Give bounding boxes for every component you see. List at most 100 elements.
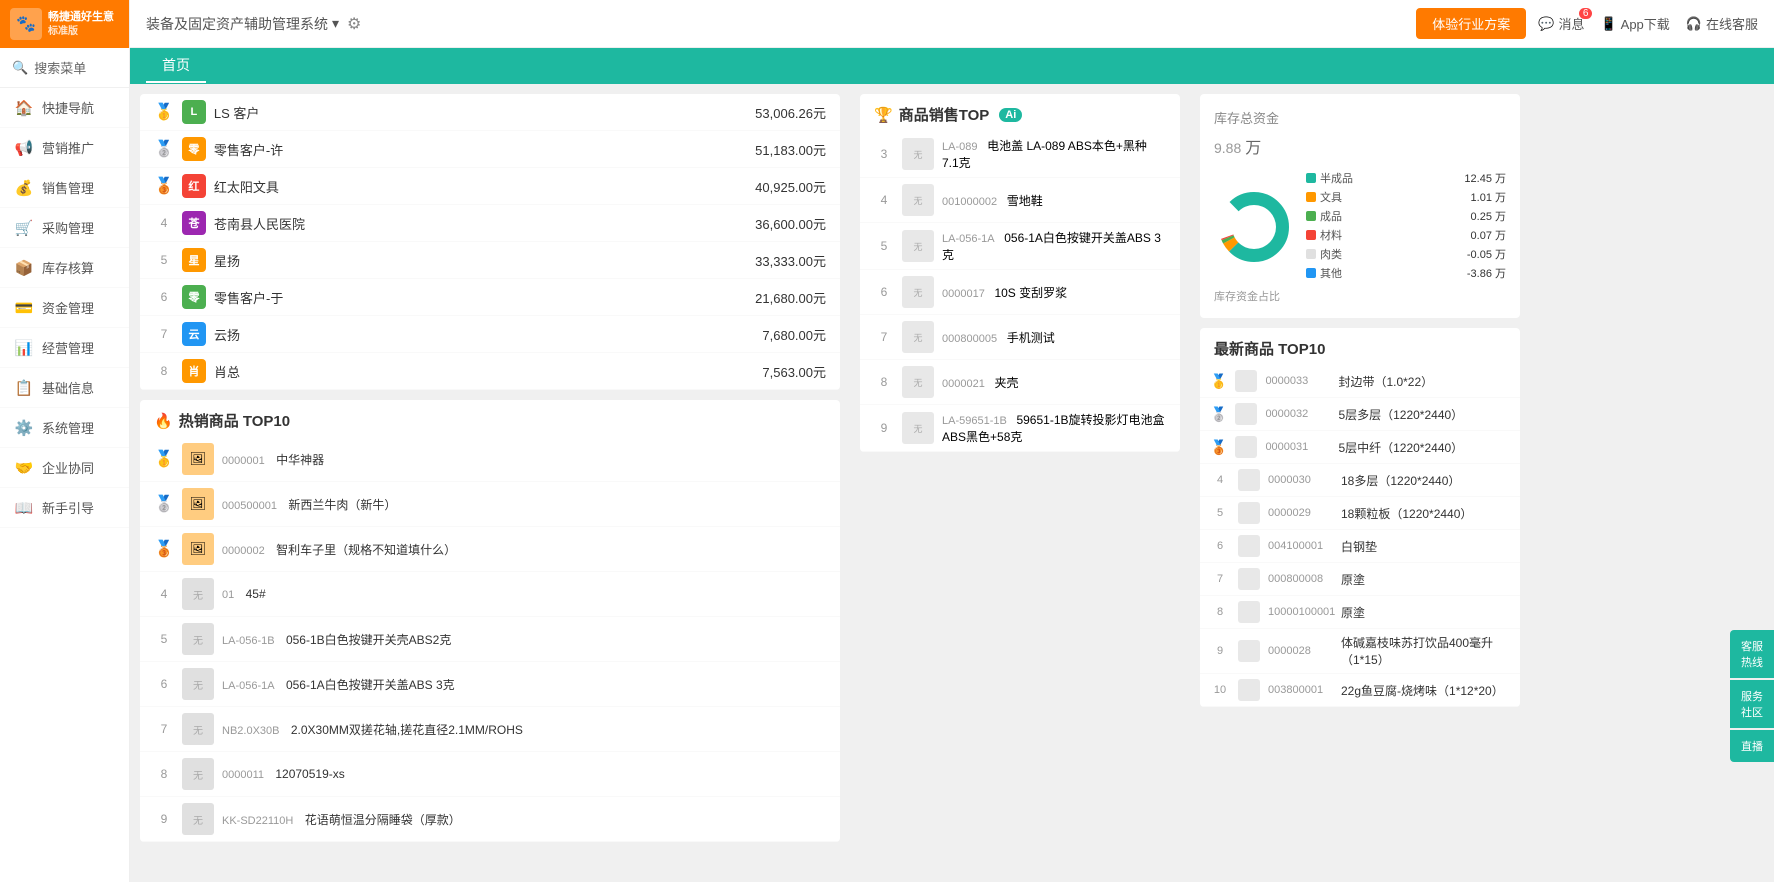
customer-rank-row: 🥇 L LS 客户 53,006.26元 (140, 94, 840, 131)
customer-rank-row: 7 云 云扬 7,680.00元 (140, 316, 840, 353)
sidebar-item-2[interactable]: 💰 销售管理 (0, 168, 129, 208)
np-code: 0000029 (1268, 507, 1333, 519)
customer-amount: 7,680.00元 (762, 325, 826, 344)
product-rank-row: 8 无 0000021 夹壳 (860, 360, 1180, 405)
product-info: LA-056-1A 056-1A白色按键开关盖ABS 3克 (222, 676, 826, 693)
product-thumbnail: 无 (182, 623, 214, 655)
np-rank: 5 (1210, 507, 1230, 519)
pr-thumb: 无 (902, 321, 934, 353)
inventory-donut-chart (1214, 187, 1294, 267)
nav-label-2: 销售管理 (42, 178, 94, 197)
sidebar-item-7[interactable]: 📋基础信息 (0, 368, 129, 408)
nav-icon-6: 📊 (14, 339, 34, 357)
new-products-list: 🥇 0000033 封边带（1.0*22） 🥈 0000032 5层多层（122… (1200, 365, 1520, 707)
np-thumb (1238, 469, 1260, 491)
right-panel: 库存总资金 9.88 万 (1190, 84, 1530, 882)
legend-item: 成品 0.25 万 (1306, 208, 1506, 224)
sidebar-item-1[interactable]: 📢营销推广 (0, 128, 129, 168)
float-btn-2[interactable]: 直播 (1730, 730, 1774, 762)
nav-label-3: 采购管理 (42, 218, 94, 237)
nav-icon-4: 📦 (14, 259, 34, 277)
sidebar-item-9[interactable]: 🤝 企业协同 (0, 448, 129, 488)
product-code: 01 (222, 589, 234, 601)
np-code: 0000033 (1265, 375, 1330, 387)
pr-name: 手机测试 (1007, 331, 1055, 345)
medal-icon: 🥈 (154, 494, 174, 514)
product-rank-card: 🏆 商品销售TOP Ai 3 无 LA-089 电池盖 LA-089 ABS本色… (860, 94, 1180, 452)
nav-label-0: 快捷导航 (42, 98, 94, 117)
new-product-row: 8 10000100001 原塗 (1200, 596, 1520, 629)
phone-icon: 📱 (1600, 16, 1616, 32)
customer-rank-row: 5 星 星扬 33,333.00元 (140, 242, 840, 279)
np-name: 18颗粒板（1220*2440） (1341, 505, 1510, 522)
product-rank-panel: 🏆 商品销售TOP Ai 3 无 LA-089 电池盖 LA-089 ABS本色… (850, 84, 1190, 882)
product-code: 000500001 (222, 500, 277, 512)
customer-avatar: 云 (182, 322, 206, 346)
product-thumbnail: 🖼 (182, 443, 214, 475)
hot-products-card: 🔥 热销商品 TOP10 🥇 🖼 0000001 中华神器 🥈 🖼 000500… (140, 400, 840, 842)
legend-label: 材料 (1320, 227, 1467, 243)
pr-info: 000800005 手机测试 (942, 329, 1166, 346)
product-info: KK-SD22110H 花语萌恒温分隔睡袋（厚款） (222, 811, 826, 828)
pr-name: 雪地鞋 (1007, 194, 1043, 208)
product-code: 0000001 (222, 455, 265, 467)
message-btn[interactable]: 💬 消息 6 (1538, 14, 1584, 33)
new-product-row: 🥉 0000031 5层中纤（1220*2440） (1200, 431, 1520, 464)
medal-icon: 🥇 (154, 449, 174, 469)
inventory-subtitle: 库存资金占比 (1214, 288, 1506, 304)
customer-rank-card: 🥇 L LS 客户 53,006.26元 🥈 零 零售客户-许 51,183.0… (140, 94, 840, 390)
np-rank: 4 (1210, 474, 1230, 486)
sidebar-item-3[interactable]: 🛒 采购管理 (0, 208, 129, 248)
sidebar-item-5[interactable]: 💳资金管理 (0, 288, 129, 328)
np-thumb (1235, 403, 1257, 425)
settings-icon[interactable]: ⚙ (347, 14, 361, 34)
nav-icon-2: 💰 (14, 179, 34, 197)
customer-rank-row: 8 肖 肖总 7,563.00元 (140, 353, 840, 390)
search-menu[interactable]: 🔍 搜索菜单 (0, 48, 129, 88)
nav-icon-3: 🛒 (14, 219, 34, 237)
nav-label-6: 经营管理 (42, 338, 94, 357)
main-area: 装备及固定资产辅助管理系统 ▾ ⚙ 体验行业方案 💬 消息 6 📱 App下载 … (130, 0, 1774, 882)
fire-icon: 🔥 (154, 412, 173, 430)
pr-info: 001000002 雪地鞋 (942, 192, 1166, 209)
product-name: 45# (246, 587, 266, 601)
online-service-btn[interactable]: 🎧 在线客服 (1686, 14, 1758, 33)
np-thumb (1238, 568, 1260, 590)
online-service-label: 在线客服 (1706, 14, 1758, 33)
pr-thumb: 无 (902, 276, 934, 308)
float-btn-0[interactable]: 客服 热线 (1730, 630, 1774, 678)
customer-avatar: L (182, 100, 206, 124)
experience-btn[interactable]: 体验行业方案 (1416, 8, 1526, 39)
tab-home[interactable]: 首页 (146, 49, 206, 83)
sidebar-item-4[interactable]: 📦库存核算 (0, 248, 129, 288)
rank-num: 4 (154, 587, 174, 601)
system-title-dropdown[interactable]: 装备及固定资产辅助管理系统 ▾ (146, 14, 339, 34)
app-download-btn[interactable]: 📱 App下载 (1600, 14, 1669, 33)
sidebar-item-0[interactable]: 🏠快捷导航 (0, 88, 129, 128)
product-name: 2.0X30MM双搓花轴,搓花直径2.1MM/ROHS (291, 723, 523, 737)
product-code: KK-SD22110H (222, 815, 293, 827)
np-name: 原塗 (1341, 571, 1510, 588)
nav-label-9: 企业协同 (42, 458, 94, 477)
sidebar-item-6[interactable]: 📊 经营管理 (0, 328, 129, 368)
pr-name: 夹壳 (994, 376, 1018, 390)
float-buttons: 客服 热线服务 社区直播 (1730, 630, 1774, 762)
customer-amount: 36,600.00元 (755, 214, 826, 233)
pr-code: 0000017 (942, 288, 985, 300)
rank-num: 6 (154, 677, 174, 691)
sidebar-item-10[interactable]: 📖新手引导 (0, 488, 129, 528)
sidebar-item-8[interactable]: ⚙️系统管理 (0, 408, 129, 448)
customer-avatar: 零 (182, 285, 206, 309)
logo-text: 畅捷通好生意 标准版 (48, 10, 114, 37)
nav-icon-9: 🤝 (14, 459, 34, 477)
legend-value: 1.01 万 (1471, 189, 1506, 205)
product-info: 0000002 智利车子里（规格不知道填什么） (222, 541, 826, 558)
np-thumb (1238, 502, 1260, 524)
pr-rank: 7 (874, 330, 894, 344)
product-info: 000500001 新西兰牛肉（新牛） (222, 496, 826, 513)
message-icon: 💬 (1538, 16, 1554, 32)
customer-name: 星扬 (214, 251, 747, 270)
float-btn-1[interactable]: 服务 社区 (1730, 680, 1774, 728)
middle-panel: 🥇 L LS 客户 53,006.26元 🥈 零 零售客户-许 51,183.0… (130, 84, 850, 882)
rank-num: 8 (154, 767, 174, 781)
